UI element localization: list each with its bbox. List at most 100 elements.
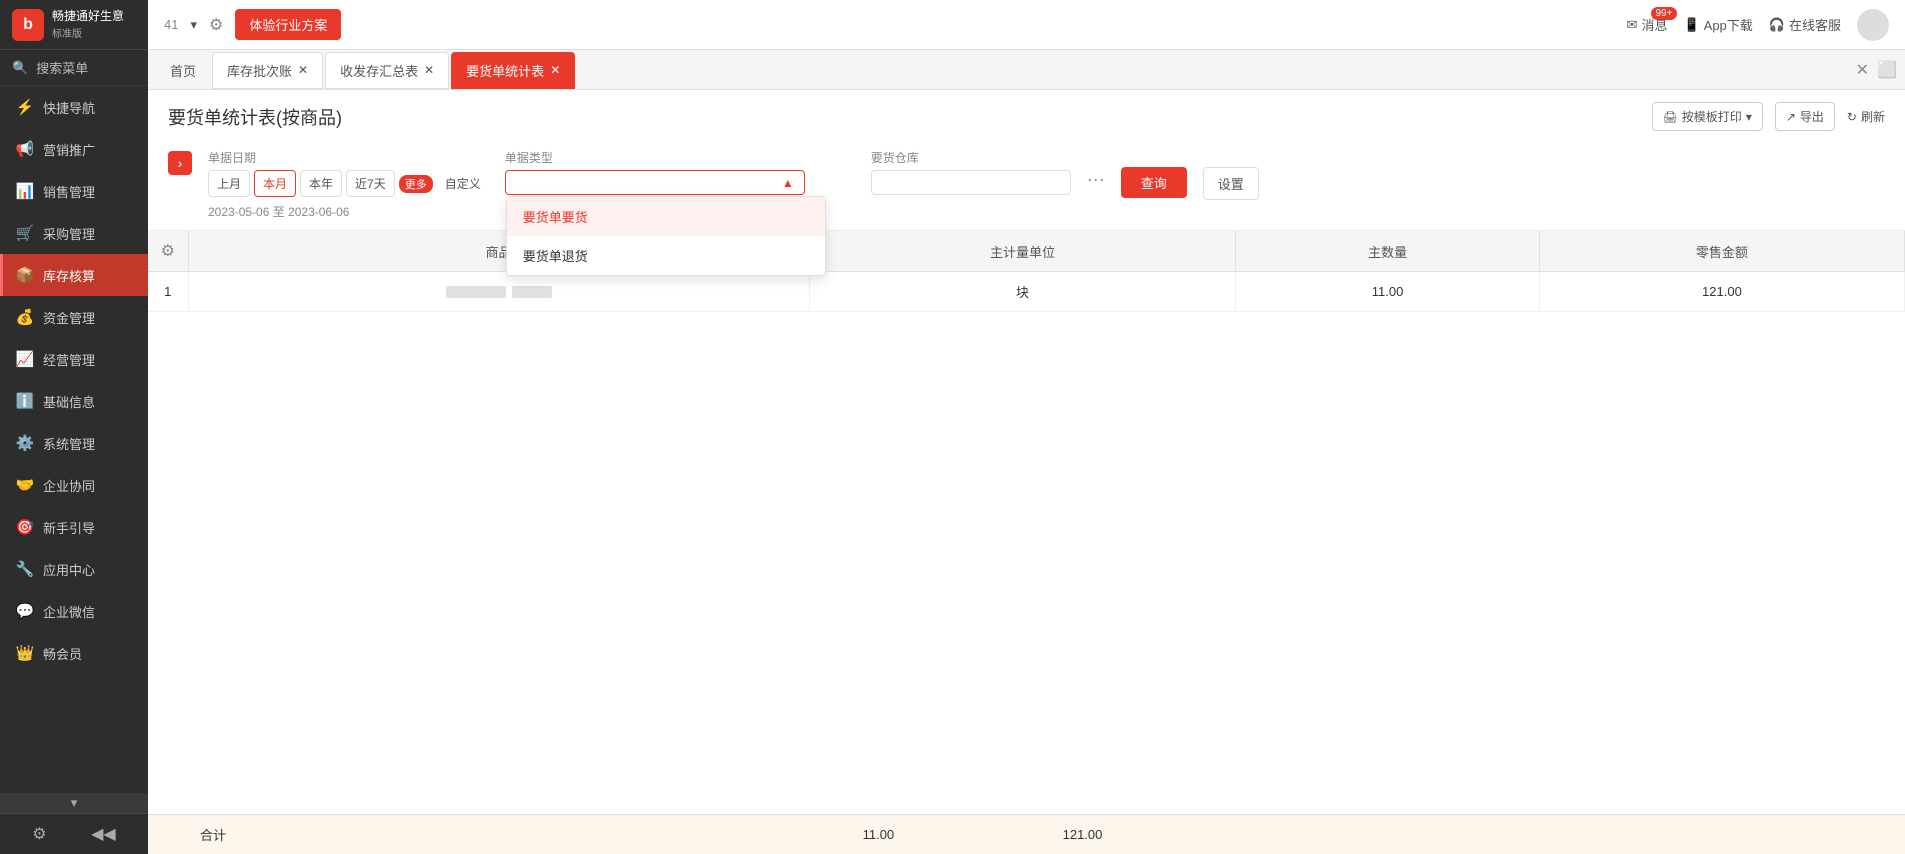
- table-settings-icon[interactable]: ⚙: [161, 243, 175, 260]
- sidebar-item-9[interactable]: 🤝 企业协同: [0, 464, 148, 506]
- sidebar-footer: ⚙ ◀◀: [0, 813, 148, 854]
- tab-inventory-close[interactable]: ✕: [298, 63, 308, 77]
- filter-date-more-badge[interactable]: 更多: [399, 175, 433, 193]
- topbar-id: 41: [164, 17, 178, 32]
- refresh-btn[interactable]: ↻ 刷新: [1847, 108, 1885, 125]
- sidebar-item-1[interactable]: 📢 营销推广: [0, 128, 148, 170]
- table-container: ⚙ 商品 主计量单位 主数量 零售金额: [148, 231, 1905, 814]
- user-avatar[interactable]: [1857, 9, 1889, 41]
- main-area: 41 ▾ ⚙ 体验行业方案 ✉ 消息 99+ 📱 App下载 🎧 在线客服: [148, 0, 1905, 854]
- query-btn[interactable]: 查询: [1121, 167, 1187, 198]
- print-icon: 🖨: [1663, 110, 1678, 124]
- topbar: 41 ▾ ⚙ 体验行业方案 ✉ 消息 99+ 📱 App下载 🎧 在线客服: [148, 0, 1905, 50]
- dropdown-option-0[interactable]: 要货单要货: [507, 197, 825, 236]
- export-btn[interactable]: ↗ 导出: [1775, 102, 1835, 131]
- tab-maximize-icon[interactable]: ⬜: [1877, 60, 1897, 80]
- filter-date-curr-year[interactable]: 本年: [300, 170, 342, 197]
- sidebar-label-11: 应用中心: [43, 560, 95, 579]
- sidebar-item-6[interactable]: 📈 经营管理: [0, 338, 148, 380]
- sidebar-icon-6: 📈: [15, 349, 35, 369]
- footer-qty: 11.00: [776, 827, 980, 842]
- tabs-right-actions: ✕ ⬜: [1856, 60, 1897, 80]
- template-print-btn[interactable]: 🖨 按模板打印 ▾: [1652, 102, 1763, 131]
- page-title: 要货单统计表(按商品): [168, 104, 342, 130]
- sidebar-settings-btn[interactable]: ⚙: [32, 824, 46, 844]
- filter-date-range: 2023-05-06 至 2023-06-06: [208, 203, 489, 220]
- topbar-gear-icon[interactable]: ⚙: [209, 15, 223, 35]
- sidebar-item-10[interactable]: 🎯 新手引导: [0, 506, 148, 548]
- page-content: 要货单统计表(按商品) 🖨 按模板打印 ▾ ↗ 导出 ↻ 刷新 ›: [148, 90, 1905, 854]
- sidebar-logo: b 畅捷通好生意 标准版: [0, 0, 148, 50]
- sidebar-label-1: 营销推广: [43, 140, 95, 159]
- service-label: 在线客服: [1789, 15, 1841, 34]
- filter-date-group: 单据日期 上月 本月 本年 近7天 更多 自定义 2023-05-06 至 20…: [208, 149, 489, 220]
- filter-date-7days[interactable]: 近7天: [346, 170, 395, 197]
- cell-index: 1: [148, 272, 188, 312]
- filter-type-chevron-up-icon: ▲: [782, 176, 794, 190]
- tab-order-stats-label: 要货单统计表: [466, 61, 544, 80]
- settings-btn[interactable]: 设置: [1203, 167, 1259, 200]
- topbar-right: ✉ 消息 99+ 📱 App下载 🎧 在线客服: [1627, 9, 1889, 41]
- type-dropdown-popup: 要货单要货 要货单退货: [506, 196, 826, 276]
- message-btn[interactable]: ✉ 消息 99+: [1627, 15, 1668, 34]
- sidebar-icon-3: 🛒: [15, 223, 35, 243]
- filter-date-custom-btn[interactable]: 自定义: [437, 171, 489, 196]
- topbar-dropdown[interactable]: ▾: [190, 17, 197, 33]
- sidebar-icon-1: 📢: [15, 139, 35, 159]
- col-qty-label: 主数量: [1368, 245, 1407, 260]
- chevron-down-icon: ▾: [1746, 110, 1752, 124]
- app-name: 畅捷通好生意: [52, 9, 124, 25]
- footer-amount: 121.00: [980, 827, 1184, 842]
- tab-report-close[interactable]: ✕: [424, 63, 434, 77]
- sidebar-collapse-btn[interactable]: ◀◀: [91, 824, 116, 844]
- tab-home[interactable]: 首页: [156, 53, 210, 88]
- filter-more-icon[interactable]: ···: [1087, 169, 1105, 190]
- sidebar-icon-0: ⚡: [15, 97, 35, 117]
- tab-close-all-icon[interactable]: ✕: [1856, 60, 1869, 80]
- sidebar-icon-2: 📊: [15, 181, 35, 201]
- sidebar-scroll-down[interactable]: ▾: [0, 793, 148, 813]
- sidebar-item-7[interactable]: ℹ️ 基础信息: [0, 380, 148, 422]
- col-qty-th: 主数量: [1236, 231, 1540, 272]
- dropdown-option-1[interactable]: 要货单退货: [507, 236, 825, 275]
- tab-inventory[interactable]: 库存批次账 ✕: [212, 52, 323, 89]
- sidebar-item-0[interactable]: ⚡ 快捷导航: [0, 86, 148, 128]
- tab-report[interactable]: 收发存汇总表 ✕: [325, 52, 449, 89]
- sidebar-item-2[interactable]: 📊 销售管理: [0, 170, 148, 212]
- col-amount-th: 零售金额: [1539, 231, 1904, 272]
- filter-date-prev-month[interactable]: 上月: [208, 170, 250, 197]
- sidebar-item-8[interactable]: ⚙️ 系统管理: [0, 422, 148, 464]
- industry-btn[interactable]: 体验行业方案: [235, 9, 341, 40]
- product-code-placeholder: [512, 286, 552, 298]
- sidebar-item-13[interactable]: 👑 畅会员: [0, 632, 148, 674]
- app-download-btn[interactable]: 📱 App下载: [1683, 15, 1752, 34]
- tab-inventory-label: 库存批次账: [227, 61, 292, 80]
- filter-type-input[interactable]: [516, 175, 782, 190]
- tab-order-stats[interactable]: 要货单统计表 ✕: [451, 52, 575, 89]
- sidebar-item-11[interactable]: 🔧 应用中心: [0, 548, 148, 590]
- sidebar-label-7: 基础信息: [43, 392, 95, 411]
- sidebar-search[interactable]: 🔍 搜索菜单: [0, 50, 148, 86]
- sidebar-item-4[interactable]: 📦 库存核算: [0, 254, 148, 296]
- tabs-bar: 首页 库存批次账 ✕ 收发存汇总表 ✕ 要货单统计表 ✕ ✕ ⬜: [148, 50, 1905, 90]
- sidebar-item-5[interactable]: 💰 资金管理: [0, 296, 148, 338]
- sidebar-label-0: 快捷导航: [43, 98, 95, 117]
- sidebar-icon-10: 🎯: [15, 517, 35, 537]
- tab-order-stats-close[interactable]: ✕: [550, 63, 560, 77]
- sidebar-icon-9: 🤝: [15, 475, 35, 495]
- table-row: 1 块 11.00 121.00: [148, 272, 1905, 312]
- filter-type-input-wrapper[interactable]: ▲ 要货单要货 要货单退货: [505, 170, 805, 195]
- sidebar-item-12[interactable]: 💬 企业微信: [0, 590, 148, 632]
- sidebar-label-12: 企业微信: [43, 602, 95, 621]
- filter-expand-btn[interactable]: ›: [168, 151, 192, 175]
- filter-warehouse-group: 要货仓库: [871, 149, 1071, 195]
- sidebar-label-6: 经营管理: [43, 350, 95, 369]
- col-amount-label: 零售金额: [1696, 245, 1748, 260]
- online-service-btn[interactable]: 🎧 在线客服: [1769, 15, 1841, 34]
- sidebar-label-2: 销售管理: [43, 182, 95, 201]
- filter-date-curr-month[interactable]: 本月: [254, 170, 296, 197]
- sidebar-item-3[interactable]: 🛒 采购管理: [0, 212, 148, 254]
- col-unit-th: 主计量单位: [809, 231, 1236, 272]
- col-settings-th[interactable]: ⚙: [148, 231, 188, 272]
- filter-warehouse-input[interactable]: [871, 170, 1071, 195]
